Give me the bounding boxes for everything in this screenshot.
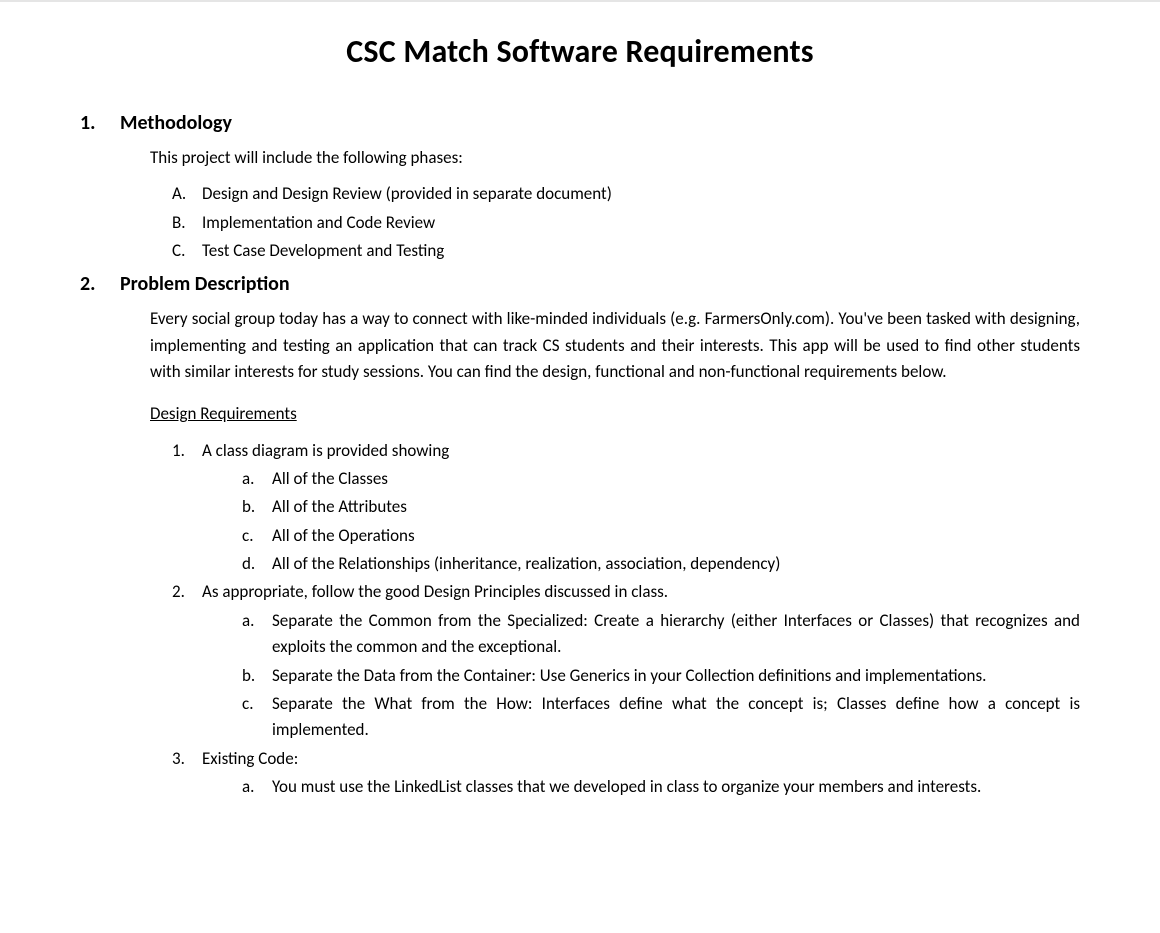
list-text: All of the Attributes (272, 494, 1080, 520)
list-marker: d. (242, 551, 272, 577)
list-marker: c. (242, 691, 272, 717)
list-text: Existing Code: (202, 746, 1080, 772)
list-marker: A. (172, 181, 202, 207)
list-item: 1. A class diagram is provided showing (172, 438, 1080, 464)
list-item: d. All of the Relationships (inheritance… (242, 551, 1080, 577)
list-text: All of the Relationships (inheritance, r… (272, 551, 1080, 577)
section-number: 2. (80, 272, 120, 296)
list-item: a. Separate the Common from the Speciali… (242, 608, 1080, 661)
list-text: All of the Operations (272, 523, 1080, 549)
list-marker: a. (242, 466, 272, 492)
list-item: b. Separate the Data from the Container:… (242, 663, 1080, 689)
list-text: A class diagram is provided showing (202, 438, 1080, 464)
list-item: C. Test Case Development and Testing (150, 238, 1080, 264)
list-text: Separate the Common from the Specialized… (272, 608, 1080, 661)
list-text: Test Case Development and Testing (202, 238, 444, 264)
sub-list: a. Separate the Common from the Speciali… (242, 608, 1080, 744)
design-requirements-list: 1. A class diagram is provided showing a… (172, 438, 1080, 800)
list-marker: b. (242, 494, 272, 520)
list-marker: a. (242, 608, 272, 634)
section-paragraph: Every social group today has a way to co… (150, 306, 1080, 385)
list-marker: b. (242, 663, 272, 689)
section-problem-description: 2. Problem Description Every social grou… (80, 272, 1080, 800)
section-heading: Problem Description (120, 272, 290, 296)
phase-list: A. Design and Design Review (provided in… (150, 181, 1080, 264)
section-body: Every social group today has a way to co… (150, 306, 1080, 800)
section-body: This project will include the following … (150, 145, 1080, 264)
list-text: As appropriate, follow the good Design P… (202, 579, 1080, 605)
section-methodology: 1. Methodology This project will include… (80, 111, 1080, 264)
list-marker: a. (242, 774, 272, 800)
list-item: c. Separate the What from the How: Inter… (242, 691, 1080, 744)
list-item: B. Implementation and Code Review (150, 210, 1080, 236)
list-marker: 1. (172, 438, 202, 464)
section-number: 1. (80, 111, 120, 135)
list-item: a. All of the Classes (242, 466, 1080, 492)
sub-list: a. You must use the LinkedList classes t… (242, 774, 1080, 800)
section-header: 1. Methodology (80, 111, 1080, 135)
list-text: Separate the Data from the Container: Us… (272, 663, 1080, 689)
sub-list: a. All of the Classes b. All of the Attr… (242, 466, 1080, 577)
list-item: A. Design and Design Review (provided in… (150, 181, 1080, 207)
list-marker: c. (242, 523, 272, 549)
section-intro: This project will include the following … (150, 145, 1080, 171)
list-item: 2. As appropriate, follow the good Desig… (172, 579, 1080, 605)
list-item: 3. Existing Code: (172, 746, 1080, 772)
list-marker: 3. (172, 746, 202, 772)
list-marker: C. (172, 238, 202, 264)
list-text: Design and Design Review (provided in se… (202, 181, 612, 207)
design-requirements-heading: Design Requirements (150, 401, 1080, 427)
list-item: b. All of the Attributes (242, 494, 1080, 520)
list-marker: B. (172, 210, 202, 236)
list-item: c. All of the Operations (242, 523, 1080, 549)
list-text: All of the Classes (272, 466, 1080, 492)
document-title: CSC Match Software Requirements (80, 32, 1080, 71)
list-text: You must use the LinkedList classes that… (272, 774, 1080, 800)
section-header: 2. Problem Description (80, 272, 1080, 296)
list-text: Separate the What from the How: Interfac… (272, 691, 1080, 744)
document-page: CSC Match Software Requirements 1. Metho… (0, 0, 1160, 933)
list-marker: 2. (172, 579, 202, 605)
list-item: a. You must use the LinkedList classes t… (242, 774, 1080, 800)
section-heading: Methodology (120, 111, 232, 135)
list-text: Implementation and Code Review (202, 210, 435, 236)
